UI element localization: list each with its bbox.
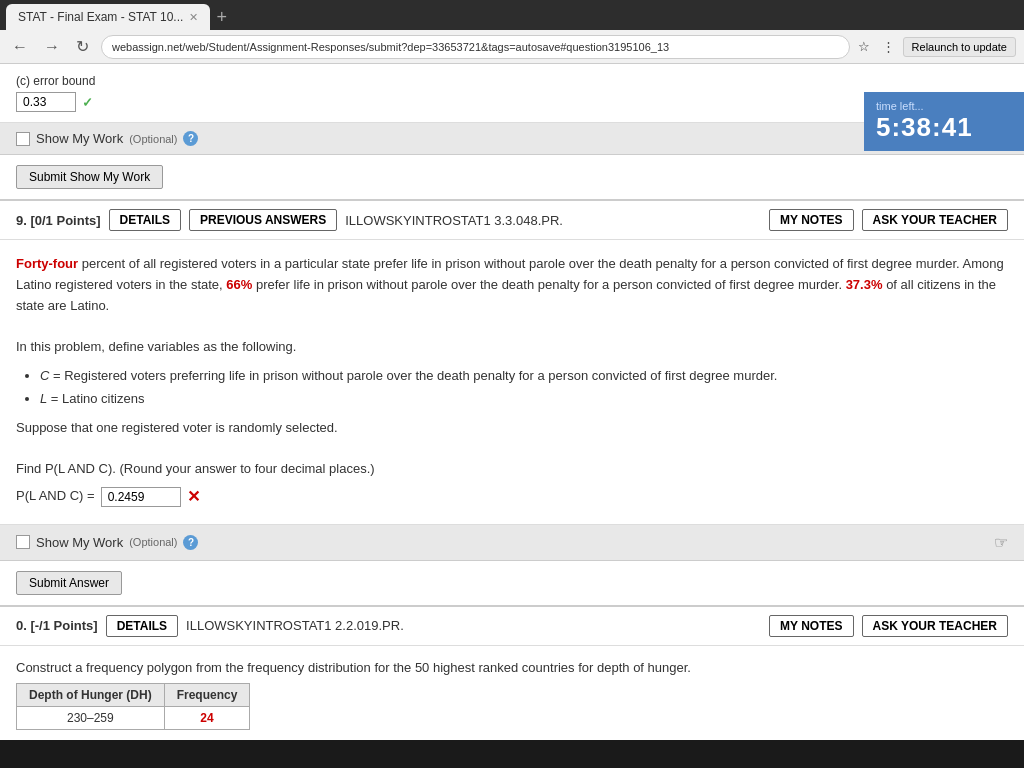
question9-ask-teacher-button[interactable]: ASK YOUR TEACHER: [862, 209, 1008, 231]
var-l-item: L = Latino citizens: [40, 389, 1008, 410]
page-content: (c) error bound ✓ Show My Work (Optional…: [0, 64, 1024, 740]
forward-button[interactable]: →: [40, 36, 64, 58]
question0-id: ILLOWSKYINTROSTAT1 2.2.019.PR.: [186, 618, 761, 633]
help-icon-1[interactable]: ?: [183, 131, 198, 146]
question9-prob-input[interactable]: [101, 487, 181, 507]
question9-find: Find P(L AND C). (Round your answer to f…: [16, 459, 1008, 480]
cursor-icon: ☞: [994, 533, 1008, 552]
question0-ask-teacher-button[interactable]: ASK YOUR TEACHER: [862, 615, 1008, 637]
freq-table-row1: 230–259 24: [17, 706, 250, 729]
var-l-text: Latino citizens: [62, 391, 144, 406]
optional-label-1: (Optional): [129, 133, 177, 145]
question9-body: Forty-four percent of all registered vot…: [0, 240, 1024, 525]
address-bar: ← → ↻ ☆ ⋮ Relaunch to update: [0, 30, 1024, 64]
question9-var-list: C = Registered voters preferring life in…: [40, 366, 1008, 410]
url-input[interactable]: [101, 35, 850, 59]
timer-section: time left... 5:38:41: [864, 92, 1024, 151]
error-input-row: ✓: [16, 92, 1008, 112]
question9-paragraph1: Forty-four percent of all registered vot…: [16, 254, 1008, 316]
submit-show-work-button[interactable]: Submit Show My Work: [16, 165, 163, 189]
error-label: (c) error bound: [16, 74, 1008, 88]
question9-highlight-373: 37.3%: [846, 277, 883, 292]
question9-wrong-icon: ✕: [187, 484, 200, 510]
show-work-label-2: Show My Work: [36, 535, 123, 550]
tab-bar: STAT - Final Exam - STAT 10... ✕ +: [0, 0, 1024, 30]
question9-highlight-44: Forty-four: [16, 256, 78, 271]
question9-suppose: Suppose that one registered voter is ran…: [16, 418, 1008, 439]
question0-text: Construct a frequency polygon from the f…: [16, 660, 1008, 675]
question0-body: Construct a frequency polygon from the f…: [0, 646, 1024, 740]
question9-text2: prefer life in prison without parole ove…: [256, 277, 846, 292]
freq-table-col1: Depth of Hunger (DH): [17, 683, 165, 706]
question9-answer-row: P(L AND C) = ✕: [16, 484, 1008, 510]
timer-label: time left...: [876, 100, 1012, 112]
freq-val-1: 24: [164, 706, 250, 729]
error-input[interactable]: [16, 92, 76, 112]
tab-title: STAT - Final Exam - STAT 10...: [18, 10, 183, 24]
question9-prev-answers-button[interactable]: PREVIOUS ANSWERS: [189, 209, 337, 231]
relaunch-button[interactable]: Relaunch to update: [903, 37, 1016, 57]
question9-highlight-66: 66%: [226, 277, 252, 292]
submit-answer-button[interactable]: Submit Answer: [16, 571, 122, 595]
question0-details-button[interactable]: DETAILS: [106, 615, 178, 637]
new-tab-icon[interactable]: +: [216, 4, 227, 30]
show-work-label-1: Show My Work: [36, 131, 123, 146]
show-work-checkbox-1[interactable]: [16, 132, 30, 146]
question9-prob-label: P(L AND C) =: [16, 486, 95, 507]
question0-number: 0. [-/1 Points]: [16, 618, 98, 633]
var-c-item: C = Registered voters preferring life in…: [40, 366, 1008, 387]
submit-show-work-section: Submit Show My Work: [0, 155, 1024, 201]
question9-id: ILLOWSKYINTROSTAT1 3.3.048.PR.: [345, 213, 761, 228]
question9-number: 9. [0/1 Points]: [16, 213, 101, 228]
refresh-button[interactable]: ↻: [72, 35, 93, 58]
frequency-table: Depth of Hunger (DH) Frequency 230–259 2…: [16, 683, 250, 730]
question9-define: In this problem, define variables as the…: [16, 337, 1008, 358]
submit-answer-section: Submit Answer: [0, 561, 1024, 607]
question9-find-text: Find P(L AND C). (Round your answer to f…: [16, 461, 375, 476]
optional-label-2: (Optional): [129, 536, 177, 548]
tab-close-icon[interactable]: ✕: [189, 11, 198, 24]
freq-range-1: 230–259: [17, 706, 165, 729]
question0-my-notes-button[interactable]: MY NOTES: [769, 615, 853, 637]
help-icon-2[interactable]: ?: [183, 535, 198, 550]
var-c-text: Registered voters preferring life in pri…: [64, 368, 777, 383]
freq-table-col2: Frequency: [164, 683, 250, 706]
back-button[interactable]: ←: [8, 36, 32, 58]
menu-icon: ⋮: [882, 39, 895, 54]
show-work-section-2: Show My Work (Optional) ? ☞: [0, 525, 1024, 561]
show-work-2-left: Show My Work (Optional) ?: [16, 535, 198, 550]
question9-details-button[interactable]: DETAILS: [109, 209, 181, 231]
correct-checkmark-icon: ✓: [82, 95, 93, 110]
show-work-checkbox-2[interactable]: [16, 535, 30, 549]
question9-header: 9. [0/1 Points] DETAILS PREVIOUS ANSWERS…: [0, 201, 1024, 240]
active-tab[interactable]: STAT - Final Exam - STAT 10... ✕: [6, 4, 210, 30]
question0-header: 0. [-/1 Points] DETAILS ILLOWSKYINTROSTA…: [0, 607, 1024, 646]
timer-value: 5:38:41: [876, 112, 1012, 143]
bookmark-icon: ☆: [858, 39, 870, 54]
question9-my-notes-button[interactable]: MY NOTES: [769, 209, 853, 231]
